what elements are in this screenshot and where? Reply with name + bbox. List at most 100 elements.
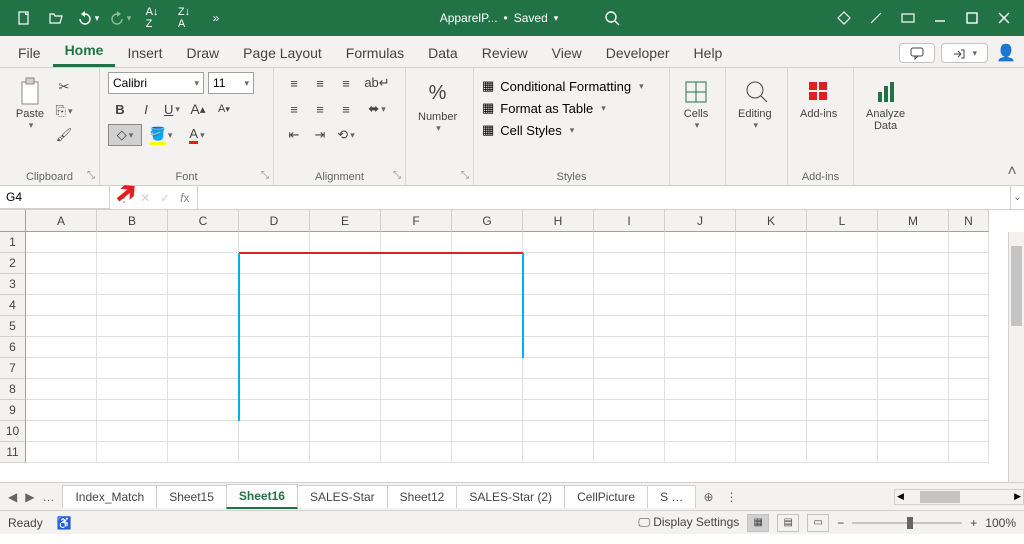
cell[interactable] [878,295,949,316]
cell[interactable] [736,253,807,274]
cell[interactable] [452,232,523,253]
font-color-button[interactable]: A▾ [180,124,214,146]
collapse-ribbon-icon[interactable]: ˄ [1000,68,1024,185]
column-header[interactable]: G [452,210,523,232]
sheet-tab[interactable]: Index_Match [62,485,157,508]
cell[interactable] [949,379,989,400]
cell[interactable] [452,316,523,337]
new-sheet-icon[interactable]: ⊕ [695,490,721,504]
cell[interactable] [949,421,989,442]
cell[interactable] [381,337,452,358]
format-painter-icon[interactable]: 🖌 [52,124,76,146]
cell[interactable] [97,379,168,400]
cell[interactable] [807,253,878,274]
cell[interactable] [310,337,381,358]
cell[interactable] [97,295,168,316]
cell[interactable] [26,358,97,379]
cell[interactable] [452,337,523,358]
cell[interactable] [452,400,523,421]
vertical-scrollbar[interactable] [1008,232,1024,482]
cell[interactable] [381,442,452,463]
tab-formulas[interactable]: Formulas [334,39,416,67]
cell[interactable] [168,274,239,295]
cell[interactable] [452,442,523,463]
cell[interactable] [665,316,736,337]
align-bottom-icon[interactable]: ≡ [334,72,358,94]
cell[interactable] [949,442,989,463]
increase-font-icon[interactable]: A▴ [186,98,210,120]
cell[interactable] [949,253,989,274]
cell[interactable] [239,337,310,358]
cell[interactable] [736,379,807,400]
cell[interactable] [168,337,239,358]
cell[interactable] [736,316,807,337]
search-icon[interactable] [604,10,620,26]
cell[interactable] [523,337,594,358]
cell-styles-button[interactable]: ▦ Cell Styles▾ [482,122,574,138]
cell[interactable] [310,358,381,379]
user-icon[interactable]: 👤 [994,43,1018,63]
cell[interactable] [26,253,97,274]
cell[interactable] [381,274,452,295]
row-header[interactable]: 7 [0,358,26,379]
cell[interactable] [168,316,239,337]
italic-button[interactable]: I [134,98,158,120]
cut-icon[interactable]: ✂ [52,76,76,98]
cell[interactable] [665,400,736,421]
ribbon-display-icon[interactable] [892,0,924,36]
cell[interactable] [807,400,878,421]
open-file-icon[interactable] [40,0,72,36]
cell[interactable] [239,379,310,400]
cell[interactable] [239,316,310,337]
cell[interactable] [239,400,310,421]
new-file-icon[interactable] [8,0,40,36]
cells-button[interactable]: Cells▾ [678,72,714,135]
cell[interactable] [523,442,594,463]
align-left-icon[interactable]: ≡ [282,98,306,120]
cell[interactable] [807,358,878,379]
formula-input[interactable] [198,186,1010,209]
cell[interactable] [26,232,97,253]
cell[interactable] [381,421,452,442]
number-dialog-icon[interactable]: ⤡ [461,170,469,181]
fill-color-button[interactable]: 🪣▾ [144,124,178,146]
cell[interactable] [168,232,239,253]
cell[interactable] [26,337,97,358]
cell[interactable] [168,295,239,316]
cell[interactable] [452,295,523,316]
editing-button[interactable]: Editing▾ [734,72,776,135]
cell[interactable] [878,379,949,400]
undo-icon[interactable]: ▾ [72,0,104,36]
cell[interactable] [97,421,168,442]
cell[interactable] [523,253,594,274]
cell[interactable] [381,316,452,337]
cell[interactable] [949,295,989,316]
borders-button[interactable]: ◇▾ [108,124,142,146]
cell[interactable] [310,421,381,442]
cell[interactable] [26,316,97,337]
cell[interactable] [807,295,878,316]
column-header[interactable]: J [665,210,736,232]
cell[interactable] [97,337,168,358]
cell[interactable] [310,379,381,400]
cell[interactable] [26,274,97,295]
sheet-tab[interactable]: Sheet15 [156,485,227,508]
cell[interactable] [452,253,523,274]
close-button[interactable] [988,0,1020,36]
tab-home[interactable]: Home [53,36,116,67]
save-status[interactable]: Saved ▾ [514,11,559,25]
cell[interactable] [594,316,665,337]
cell[interactable] [665,295,736,316]
cell[interactable] [807,337,878,358]
cell[interactable] [878,442,949,463]
horizontal-scrollbar[interactable]: ◀▶ [894,489,1024,505]
column-header[interactable]: K [736,210,807,232]
cell[interactable] [594,358,665,379]
format-as-table-button[interactable]: ▦ Format as Table▾ [482,100,606,116]
cell[interactable] [523,400,594,421]
column-header[interactable]: D [239,210,310,232]
zoom-slider[interactable] [852,522,962,524]
row-header[interactable]: 11 [0,442,26,463]
column-header[interactable]: N [949,210,989,232]
analyze-data-button[interactable]: AnalyzeData [862,72,909,136]
